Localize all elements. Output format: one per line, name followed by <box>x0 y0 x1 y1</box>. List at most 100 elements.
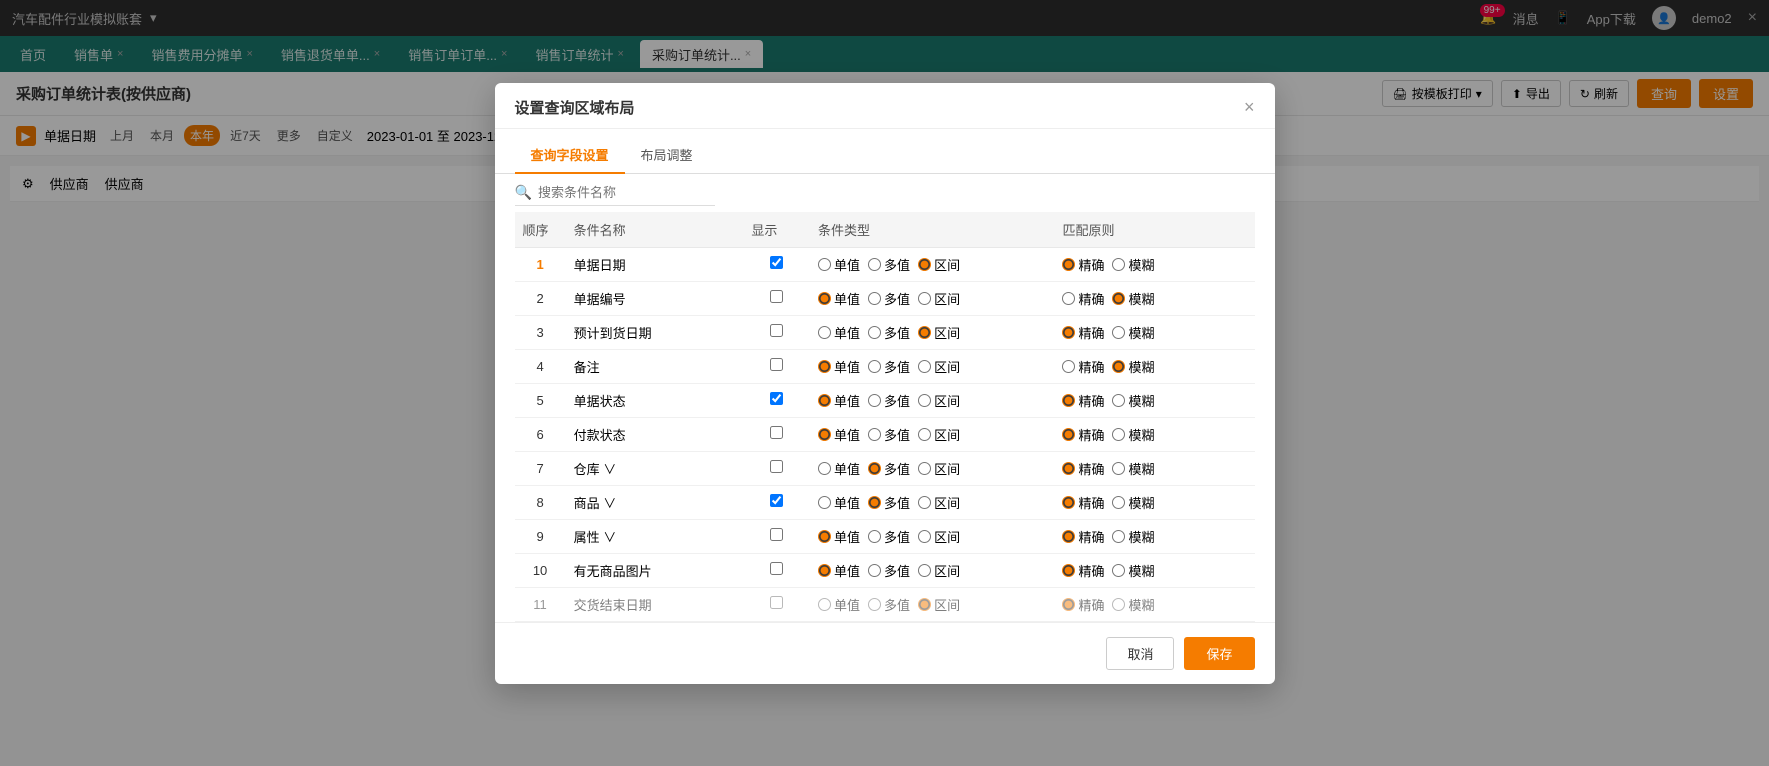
radio-type-多值[interactable]: 多值 <box>868 459 910 478</box>
modal-tab-query[interactable]: 查询字段设置 <box>515 139 625 174</box>
radio-match-精确[interactable]: 精确 <box>1062 323 1104 342</box>
radio-match-模糊[interactable]: 模糊 <box>1112 493 1154 512</box>
radio-type-区间[interactable]: 区间 <box>918 323 960 342</box>
display-checkbox[interactable] <box>770 528 783 541</box>
radio-type-区间[interactable]: 区间 <box>918 561 960 580</box>
radio-match-模糊[interactable]: 模糊 <box>1112 357 1154 376</box>
row-display[interactable] <box>743 281 810 315</box>
row-display[interactable] <box>743 485 810 519</box>
radio-type-单值[interactable]: 单值 <box>818 255 860 274</box>
display-checkbox[interactable] <box>770 290 783 303</box>
radio-match-模糊[interactable]: 模糊 <box>1112 459 1154 478</box>
radio-type-单值[interactable]: 单值 <box>818 527 860 546</box>
radio-type-多值[interactable]: 多值 <box>868 323 910 342</box>
row-type: 单值多值区间 <box>810 485 1054 519</box>
radio-type-多值[interactable]: 多值 <box>868 357 910 376</box>
radio-match-精确[interactable]: 精确 <box>1062 289 1104 308</box>
radio-type-单值[interactable]: 单值 <box>818 323 860 342</box>
radio-type-多值[interactable]: 多值 <box>868 425 910 444</box>
row-display[interactable] <box>743 553 810 587</box>
display-checkbox[interactable] <box>770 324 783 337</box>
radio-type-多值[interactable]: 多值 <box>868 493 910 512</box>
radio-type-单值[interactable]: 单值 <box>818 595 860 614</box>
row-display[interactable] <box>743 519 810 553</box>
radio-match-模糊[interactable]: 模糊 <box>1112 561 1154 580</box>
radio-type-多值[interactable]: 多值 <box>868 391 910 410</box>
row-display[interactable] <box>743 587 810 621</box>
row-display[interactable] <box>743 383 810 417</box>
display-checkbox[interactable] <box>770 426 783 439</box>
row-match: 精确模糊 <box>1054 383 1254 417</box>
radio-type-单值[interactable]: 单值 <box>818 459 860 478</box>
radio-match-模糊[interactable]: 模糊 <box>1112 527 1154 546</box>
radio-match-模糊[interactable]: 模糊 <box>1112 323 1154 342</box>
radio-type-单值[interactable]: 单值 <box>818 561 860 580</box>
row-name: 备注 <box>566 349 744 383</box>
radio-match-模糊[interactable]: 模糊 <box>1112 289 1154 308</box>
display-checkbox[interactable] <box>770 460 783 473</box>
row-display[interactable] <box>743 417 810 451</box>
radio-match-精确[interactable]: 精确 <box>1062 561 1104 580</box>
row-display[interactable] <box>743 315 810 349</box>
row-type: 单值多值区间 <box>810 417 1054 451</box>
radio-match-精确[interactable]: 精确 <box>1062 391 1104 410</box>
table-row: 5单据状态单值多值区间精确模糊 <box>515 383 1255 417</box>
radio-match-模糊[interactable]: 模糊 <box>1112 425 1154 444</box>
radio-type-单值[interactable]: 单值 <box>818 289 860 308</box>
row-type: 单值多值区间 <box>810 281 1054 315</box>
radio-type-多值[interactable]: 多值 <box>868 561 910 580</box>
radio-match-精确[interactable]: 精确 <box>1062 357 1104 376</box>
save-button[interactable]: 保存 <box>1184 637 1254 670</box>
display-checkbox[interactable] <box>770 392 783 405</box>
row-name: 属性 ∨ <box>566 519 744 553</box>
row-name: 交货结束日期 <box>566 587 744 621</box>
cancel-button[interactable]: 取消 <box>1106 637 1174 670</box>
display-checkbox[interactable] <box>770 358 783 371</box>
radio-type-多值[interactable]: 多值 <box>868 527 910 546</box>
radio-type-区间[interactable]: 区间 <box>918 391 960 410</box>
row-display[interactable] <box>743 451 810 485</box>
row-order: 7 <box>515 451 566 485</box>
radio-match-精确[interactable]: 精确 <box>1062 527 1104 546</box>
radio-type-多值[interactable]: 多值 <box>868 255 910 274</box>
radio-type-区间[interactable]: 区间 <box>918 459 960 478</box>
radio-type-单值[interactable]: 单值 <box>818 357 860 376</box>
radio-match-精确[interactable]: 精确 <box>1062 493 1104 512</box>
radio-match-模糊[interactable]: 模糊 <box>1112 255 1154 274</box>
display-checkbox[interactable] <box>770 256 783 269</box>
radio-match-精确[interactable]: 精确 <box>1062 459 1104 478</box>
radio-type-区间[interactable]: 区间 <box>918 425 960 444</box>
row-name: 预计到货日期 <box>566 315 744 349</box>
search-icon: 🔍 <box>515 184 532 201</box>
radio-match-精确[interactable]: 精确 <box>1062 425 1104 444</box>
radio-match-模糊[interactable]: 模糊 <box>1112 595 1154 614</box>
row-order: 10 <box>515 553 566 587</box>
radio-type-区间[interactable]: 区间 <box>918 357 960 376</box>
radio-match-精确[interactable]: 精确 <box>1062 595 1104 614</box>
radio-type-单值[interactable]: 单值 <box>818 391 860 410</box>
radio-type-区间[interactable]: 区间 <box>918 289 960 308</box>
display-checkbox[interactable] <box>770 494 783 507</box>
radio-type-区间[interactable]: 区间 <box>918 595 960 614</box>
radio-type-单值[interactable]: 单值 <box>818 425 860 444</box>
radio-type-单值[interactable]: 单值 <box>818 493 860 512</box>
radio-type-多值[interactable]: 多值 <box>868 289 910 308</box>
table-row: 4备注单值多值区间精确模糊 <box>515 349 1255 383</box>
radio-type-区间[interactable]: 区间 <box>918 527 960 546</box>
row-type: 单值多值区间 <box>810 519 1054 553</box>
row-name: 单据状态 <box>566 383 744 417</box>
display-checkbox[interactable] <box>770 596 783 609</box>
radio-match-精确[interactable]: 精确 <box>1062 255 1104 274</box>
modal-close-button[interactable]: × <box>1244 98 1255 116</box>
radio-match-模糊[interactable]: 模糊 <box>1112 391 1154 410</box>
radio-type-区间[interactable]: 区间 <box>918 493 960 512</box>
row-display[interactable] <box>743 247 810 281</box>
row-name: 单据日期 <box>566 247 744 281</box>
row-order: 1 <box>515 247 566 281</box>
radio-type-多值[interactable]: 多值 <box>868 595 910 614</box>
row-display[interactable] <box>743 349 810 383</box>
radio-type-区间[interactable]: 区间 <box>918 255 960 274</box>
modal-tab-layout[interactable]: 布局调整 <box>625 139 709 174</box>
search-input[interactable] <box>538 185 698 200</box>
display-checkbox[interactable] <box>770 562 783 575</box>
